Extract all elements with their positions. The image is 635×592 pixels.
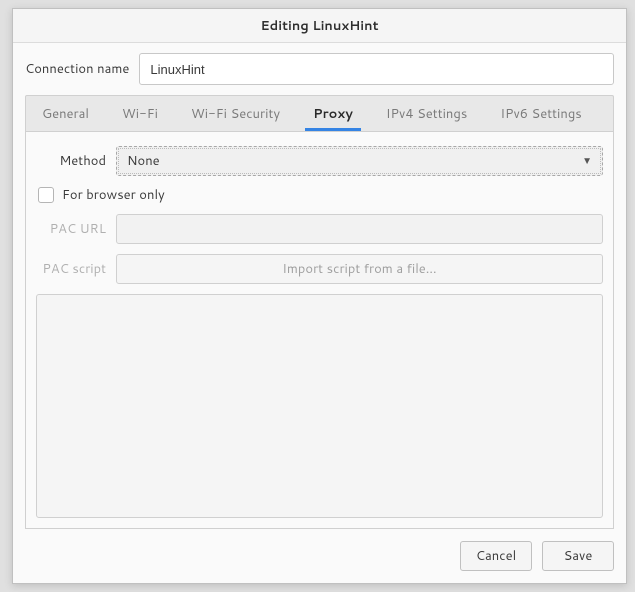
pac-script-textarea[interactable] — [36, 294, 603, 518]
method-select[interactable]: None ▼ — [116, 146, 603, 176]
method-label: Method — [36, 152, 106, 170]
proxy-panel: Method None ▼ For browser only PAC URL P… — [25, 131, 614, 529]
connection-name-label: Connection name — [25, 60, 129, 78]
pac-url-label: PAC URL — [36, 220, 106, 238]
browser-only-label: For browser only — [62, 186, 165, 204]
import-script-button[interactable]: Import script from a file… — [116, 254, 603, 284]
connection-name-row: Connection name — [25, 53, 614, 85]
dialog-body: Connection name General Wi-Fi Wi-Fi Secu… — [13, 43, 626, 529]
method-row: Method None ▼ — [36, 146, 603, 176]
pac-script-row: PAC script Import script from a file… — [36, 254, 603, 284]
chevron-down-icon: ▼ — [582, 154, 592, 168]
dialog-title: Editing LinuxHint — [260, 17, 378, 35]
pac-script-label: PAC script — [36, 260, 106, 278]
tab-wifi-security[interactable]: Wi-Fi Security — [175, 96, 297, 131]
pac-url-row: PAC URL — [36, 214, 603, 244]
method-value: None — [127, 152, 160, 170]
tab-ipv4-settings[interactable]: IPv4 Settings — [370, 96, 484, 131]
tab-proxy[interactable]: Proxy — [297, 96, 370, 131]
dialog-footer: Cancel Save — [13, 529, 626, 583]
browser-only-row[interactable]: For browser only — [38, 186, 603, 204]
connection-name-input[interactable] — [139, 53, 614, 85]
tab-bar: General Wi-Fi Wi-Fi Security Proxy IPv4 … — [25, 95, 614, 131]
pac-url-input[interactable] — [116, 214, 603, 244]
cancel-button[interactable]: Cancel — [460, 541, 532, 571]
tab-wifi[interactable]: Wi-Fi — [106, 96, 175, 131]
tab-general[interactable]: General — [26, 96, 106, 131]
save-button[interactable]: Save — [542, 541, 614, 571]
titlebar: Editing LinuxHint — [13, 9, 626, 43]
import-script-label: Import script from a file… — [282, 260, 436, 278]
editing-dialog: Editing LinuxHint Connection name Genera… — [12, 8, 627, 584]
tab-ipv6-settings[interactable]: IPv6 Settings — [484, 96, 598, 131]
browser-only-checkbox[interactable] — [38, 187, 54, 203]
